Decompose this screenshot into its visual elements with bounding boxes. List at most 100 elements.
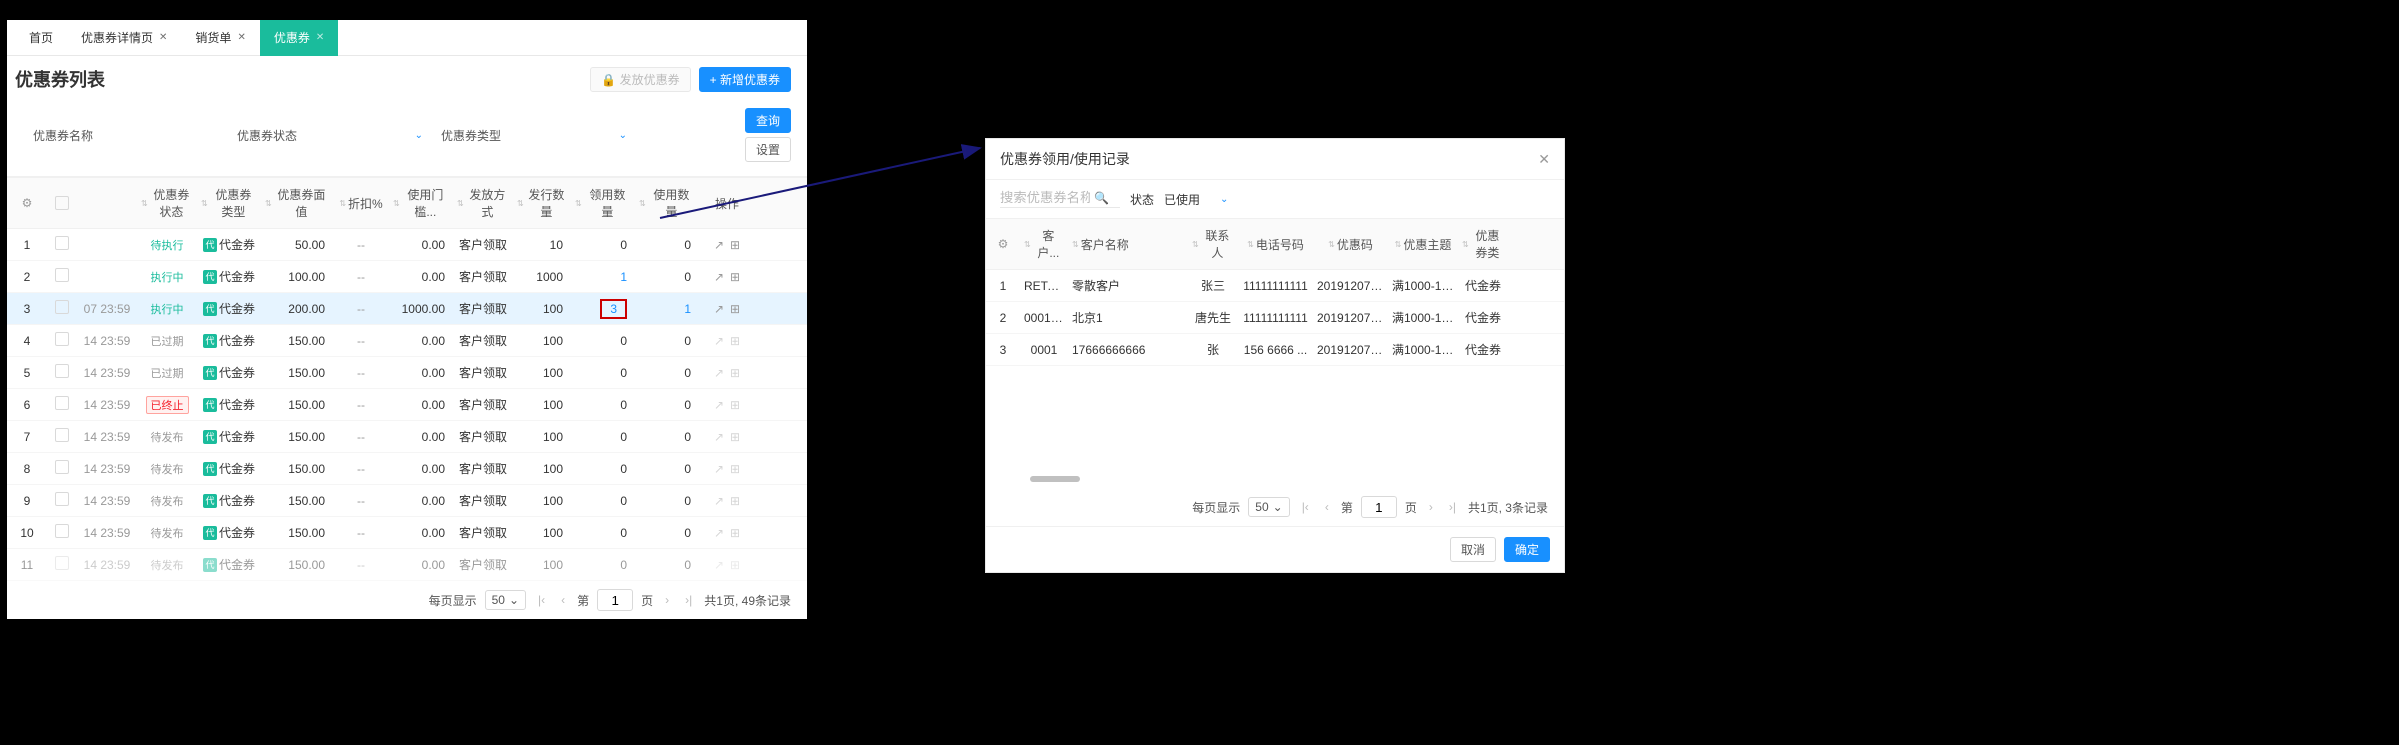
table-row[interactable]: 4 14 23:59 已过期 代代金券 150.00 -- 0.00 客户领取 …: [7, 325, 807, 357]
next-page-button[interactable]: ›: [661, 593, 673, 607]
add-coupon-button[interactable]: + 新增优惠券: [699, 67, 791, 92]
sort-icon[interactable]: ⇅: [1192, 240, 1199, 249]
external-link-icon[interactable]: ↗: [714, 526, 724, 540]
table-row[interactable]: 1 RETAIL... 零散客户 张三 11111111111 20191207…: [986, 270, 1564, 302]
external-link-icon[interactable]: ↗: [714, 462, 724, 476]
external-link-icon[interactable]: ↗: [714, 558, 724, 572]
confirm-button[interactable]: 确定: [1504, 537, 1550, 562]
sort-icon[interactable]: ⇅: [265, 199, 272, 208]
status-select[interactable]: 已使用 ⌄: [1164, 191, 1228, 208]
sort-icon[interactable]: ⇅: [1462, 240, 1469, 249]
external-link-icon[interactable]: ↗: [714, 366, 724, 380]
table-row[interactable]: 10 14 23:59 待发布 代代金券 150.00 -- 0.00 客户领取…: [7, 517, 807, 549]
sort-icon[interactable]: ⇅: [393, 199, 400, 208]
row-checkbox[interactable]: [55, 492, 69, 506]
sort-icon[interactable]: ⇅: [141, 199, 148, 208]
row-checkbox[interactable]: [55, 524, 69, 538]
page-input[interactable]: [1361, 496, 1397, 518]
first-page-button[interactable]: |‹: [534, 593, 549, 607]
row-checkbox[interactable]: [55, 396, 69, 410]
table-row[interactable]: 8 14 23:59 待发布 代代金券 150.00 -- 0.00 客户领取 …: [7, 453, 807, 485]
table-row[interactable]: 2 执行中 代代金券 100.00 -- 0.00 客户领取 1000 1 0 …: [7, 261, 807, 293]
qr-icon[interactable]: ⊞: [730, 238, 740, 252]
sort-icon[interactable]: ⇅: [339, 199, 346, 208]
status-select[interactable]: ⌄: [303, 130, 423, 141]
tab-home[interactable]: 首页: [15, 20, 67, 56]
table-row[interactable]: 2 00010001 北京1 唐先生 11111111111 20191207O…: [986, 302, 1564, 334]
row-checkbox[interactable]: [55, 300, 69, 314]
tab-coupon[interactable]: 优惠券 ✕: [260, 20, 338, 56]
row-checkbox[interactable]: [55, 364, 69, 378]
search-icon[interactable]: 🔍: [1094, 191, 1109, 205]
qr-icon[interactable]: ⊞: [730, 494, 740, 508]
sort-icon[interactable]: ⇅: [1247, 240, 1254, 249]
qr-icon[interactable]: ⊞: [730, 302, 740, 316]
qr-icon[interactable]: ⊞: [730, 270, 740, 284]
table-row[interactable]: 7 14 23:59 待发布 代代金券 150.00 -- 0.00 客户领取 …: [7, 421, 807, 453]
sort-icon[interactable]: ⇅: [575, 199, 582, 208]
last-page-button[interactable]: ›|: [1445, 500, 1460, 514]
table-row[interactable]: 5 14 23:59 已过期 代代金券 150.00 -- 0.00 客户领取 …: [7, 357, 807, 389]
type-select[interactable]: ⌄: [507, 130, 627, 141]
table-row[interactable]: 6 14 23:59 已终止 代代金券 150.00 -- 0.00 客户领取 …: [7, 389, 807, 421]
row-checkbox[interactable]: [55, 236, 69, 250]
claim-count-link[interactable]: 1: [620, 270, 627, 284]
use-count-link[interactable]: 1: [684, 302, 691, 316]
close-icon[interactable]: ✕: [1538, 151, 1550, 168]
qr-icon[interactable]: ⊞: [730, 430, 740, 444]
qr-icon[interactable]: ⊞: [730, 366, 740, 380]
qr-icon[interactable]: ⊞: [730, 398, 740, 412]
prev-page-button[interactable]: ‹: [1321, 500, 1333, 514]
external-link-icon[interactable]: ↗: [714, 494, 724, 508]
sort-icon[interactable]: ⇅: [517, 199, 524, 208]
table-row[interactable]: 3 0001 17666666666 张 156 6666 ... 201912…: [986, 334, 1564, 366]
sort-icon[interactable]: ⇅: [1024, 240, 1031, 249]
table-row[interactable]: 1 待执行 代代金券 50.00 -- 0.00 客户领取 10 0 0 ↗ ⊞: [7, 229, 807, 261]
qr-icon[interactable]: ⊞: [730, 558, 740, 572]
row-checkbox[interactable]: [55, 460, 69, 474]
row-checkbox[interactable]: [55, 268, 69, 282]
close-icon[interactable]: ✕: [316, 20, 324, 56]
row-checkbox[interactable]: [55, 428, 69, 442]
coupon-search-input[interactable]: 🔍: [1000, 190, 1120, 208]
qr-icon[interactable]: ⊞: [730, 462, 740, 476]
search-field[interactable]: [1000, 190, 1090, 205]
sort-icon[interactable]: ⇅: [201, 199, 208, 208]
qr-icon[interactable]: ⊞: [730, 334, 740, 348]
settings-button[interactable]: 设置: [745, 137, 791, 162]
scroll-thumb[interactable]: [1030, 476, 1080, 482]
sort-icon[interactable]: ⇅: [1328, 240, 1335, 249]
external-link-icon[interactable]: ↗: [714, 430, 724, 444]
tab-coupon-detail[interactable]: 优惠券详情页 ✕: [67, 20, 181, 56]
select-all-checkbox[interactable]: [55, 196, 69, 210]
next-page-button[interactable]: ›: [1425, 500, 1437, 514]
external-link-icon[interactable]: ↗: [714, 238, 724, 252]
query-button[interactable]: 查询: [745, 108, 791, 133]
external-link-icon[interactable]: ↗: [714, 334, 724, 348]
close-icon[interactable]: ✕: [159, 20, 167, 56]
external-link-icon[interactable]: ↗: [714, 398, 724, 412]
sort-icon[interactable]: ⇅: [639, 199, 646, 208]
coupon-name-input[interactable]: [99, 125, 219, 145]
prev-page-button[interactable]: ‹: [557, 593, 569, 607]
table-row[interactable]: 3 07 23:59 执行中 代代金券 200.00 -- 1000.00 客户…: [7, 293, 807, 325]
table-row[interactable]: 9 14 23:59 待发布 代代金券 150.00 -- 0.00 客户领取 …: [7, 485, 807, 517]
page-input[interactable]: [597, 589, 633, 611]
gear-icon[interactable]: ⚙: [998, 237, 1009, 251]
cancel-button[interactable]: 取消: [1450, 537, 1496, 562]
sort-icon[interactable]: ⇅: [1395, 240, 1402, 249]
per-page-select[interactable]: 50 ⌄: [1248, 497, 1289, 517]
close-icon[interactable]: ✕: [237, 20, 245, 56]
gear-icon[interactable]: ⚙: [22, 196, 33, 210]
sort-icon[interactable]: ⇅: [1072, 240, 1079, 249]
row-checkbox[interactable]: [55, 332, 69, 346]
qr-icon[interactable]: ⊞: [730, 526, 740, 540]
external-link-icon[interactable]: ↗: [714, 270, 724, 284]
first-page-button[interactable]: |‹: [1298, 500, 1313, 514]
distribute-button[interactable]: 🔒 发放优惠券: [590, 67, 690, 92]
tab-sales-order[interactable]: 销货单 ✕: [181, 20, 259, 56]
last-page-button[interactable]: ›|: [681, 593, 696, 607]
per-page-select[interactable]: 50 ⌄: [485, 590, 526, 610]
external-link-icon[interactable]: ↗: [714, 302, 724, 316]
claim-count-link[interactable]: 3: [600, 299, 627, 319]
